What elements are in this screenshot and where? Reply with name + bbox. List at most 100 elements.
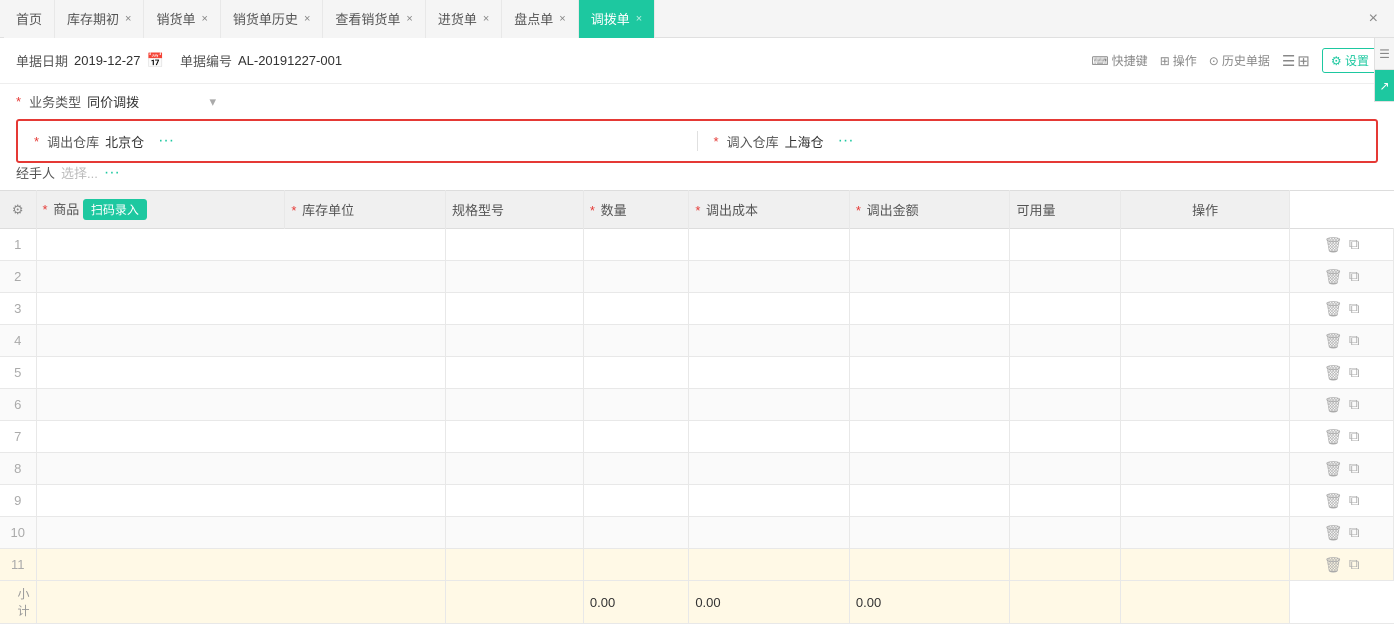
copy-icon[interactable]: ⧉ <box>1349 428 1360 445</box>
cell-amount[interactable] <box>1010 421 1120 453</box>
cell-cost[interactable] <box>849 229 1010 261</box>
tab-transfer-order[interactable]: 调拨单 × <box>579 0 655 38</box>
window-close-button[interactable]: × <box>1357 10 1390 28</box>
copy-icon[interactable]: ⧉ <box>1349 556 1360 573</box>
tab-close-transfer-order[interactable]: × <box>636 13 642 25</box>
shortcuts-action[interactable]: ⌨ 快捷键 <box>1091 52 1147 69</box>
tab-close-purchase-order[interactable]: × <box>483 13 489 25</box>
cell-cost[interactable] <box>849 261 1010 293</box>
cell-product[interactable] <box>36 549 445 581</box>
sidebar-expand-btn[interactable]: ↗ <box>1375 70 1394 102</box>
cell-amount[interactable] <box>1010 357 1120 389</box>
copy-icon[interactable]: ⧉ <box>1349 364 1360 381</box>
sidebar-list-btn[interactable]: ☰ <box>1375 38 1394 70</box>
cell-product[interactable] <box>36 261 445 293</box>
cell-spec[interactable] <box>583 485 688 517</box>
cell-cost[interactable] <box>849 325 1010 357</box>
cell-unit[interactable] <box>445 389 583 421</box>
delete-icon[interactable]: 🗑 <box>1324 428 1343 446</box>
cell-qty[interactable] <box>689 421 850 453</box>
tab-close-view-sales[interactable]: × <box>406 13 412 25</box>
cell-available[interactable] <box>1120 421 1290 453</box>
cell-amount[interactable] <box>1010 485 1120 517</box>
cell-available[interactable] <box>1120 517 1290 549</box>
copy-icon[interactable]: ⧉ <box>1349 332 1360 349</box>
copy-icon[interactable]: ⧉ <box>1349 268 1360 285</box>
cell-product[interactable] <box>36 485 445 517</box>
warehouse-in-dots[interactable]: ··· <box>838 132 854 150</box>
cell-spec[interactable] <box>583 549 688 581</box>
copy-icon[interactable]: ⧉ <box>1349 396 1360 413</box>
cell-amount[interactable] <box>1010 389 1120 421</box>
tab-close-sales-history[interactable]: × <box>304 13 310 25</box>
cell-product[interactable] <box>36 325 445 357</box>
cell-qty[interactable] <box>689 517 850 549</box>
person-select[interactable]: 选择... <box>61 163 98 182</box>
cell-qty[interactable] <box>689 261 850 293</box>
cell-available[interactable] <box>1120 549 1290 581</box>
tab-inventory-open[interactable]: 库存期初 × <box>55 0 144 38</box>
business-type-value[interactable]: 同价调拨 <box>87 92 203 111</box>
cell-qty[interactable] <box>689 485 850 517</box>
cell-amount[interactable] <box>1010 549 1120 581</box>
warehouse-in-value[interactable]: 上海仓 <box>785 132 824 151</box>
cell-cost[interactable] <box>849 549 1010 581</box>
cell-product[interactable] <box>36 517 445 549</box>
cell-unit[interactable] <box>445 421 583 453</box>
cell-unit[interactable] <box>445 549 583 581</box>
cell-spec[interactable] <box>583 325 688 357</box>
cell-unit[interactable] <box>445 293 583 325</box>
cell-product[interactable] <box>36 421 445 453</box>
tab-sales-history[interactable]: 销货单历史 × <box>221 0 323 38</box>
cell-unit[interactable] <box>445 325 583 357</box>
cell-cost[interactable] <box>849 293 1010 325</box>
tab-inventory-count[interactable]: 盘点单 × <box>502 0 578 38</box>
tab-close-inventory-open[interactable]: × <box>125 13 131 25</box>
warehouse-out-value[interactable]: 北京仓 <box>105 132 144 151</box>
cell-unit[interactable] <box>445 453 583 485</box>
cell-available[interactable] <box>1120 389 1290 421</box>
cell-product[interactable] <box>36 357 445 389</box>
cell-spec[interactable] <box>583 421 688 453</box>
tab-close-sales-order[interactable]: × <box>201 13 207 25</box>
cell-qty[interactable] <box>689 549 850 581</box>
delete-icon[interactable]: 🗑 <box>1324 332 1343 350</box>
cell-available[interactable] <box>1120 293 1290 325</box>
delete-icon[interactable]: 🗑 <box>1324 268 1343 286</box>
cell-unit[interactable] <box>445 517 583 549</box>
cell-amount[interactable] <box>1010 293 1120 325</box>
cell-qty[interactable] <box>689 389 850 421</box>
settings-button[interactable]: ⚙ 设置 <box>1322 48 1378 73</box>
cell-spec[interactable] <box>583 293 688 325</box>
delete-icon[interactable]: 🗑 <box>1324 396 1343 414</box>
cell-product[interactable] <box>36 293 445 325</box>
cell-product[interactable] <box>36 229 445 261</box>
cell-unit[interactable] <box>445 485 583 517</box>
grid2-icon[interactable]: ⊞ <box>1297 52 1310 70</box>
cell-qty[interactable] <box>689 357 850 389</box>
warehouse-out-dots[interactable]: ··· <box>158 132 174 150</box>
list-icon[interactable]: ☰ <box>1282 52 1295 70</box>
cell-amount[interactable] <box>1010 261 1120 293</box>
cell-spec[interactable] <box>583 517 688 549</box>
cell-cost[interactable] <box>849 357 1010 389</box>
column-settings-icon[interactable]: ⚙ <box>0 191 36 229</box>
cell-amount[interactable] <box>1010 453 1120 485</box>
delete-icon[interactable]: 🗑 <box>1324 492 1343 510</box>
cell-available[interactable] <box>1120 453 1290 485</box>
cell-available[interactable] <box>1120 229 1290 261</box>
cell-product[interactable] <box>36 453 445 485</box>
calendar-icon[interactable]: 📅 <box>147 52 164 69</box>
copy-icon[interactable]: ⧉ <box>1349 524 1360 541</box>
cell-spec[interactable] <box>583 389 688 421</box>
copy-icon[interactable]: ⧉ <box>1349 300 1360 317</box>
copy-icon[interactable]: ⧉ <box>1349 236 1360 253</box>
copy-icon[interactable]: ⧉ <box>1349 492 1360 509</box>
cell-available[interactable] <box>1120 325 1290 357</box>
cell-product[interactable] <box>36 389 445 421</box>
tab-home[interactable]: 首页 <box>4 0 55 38</box>
cell-available[interactable] <box>1120 261 1290 293</box>
cell-cost[interactable] <box>849 453 1010 485</box>
cell-qty[interactable] <box>689 453 850 485</box>
scan-button[interactable]: 扫码录入 <box>83 199 147 220</box>
